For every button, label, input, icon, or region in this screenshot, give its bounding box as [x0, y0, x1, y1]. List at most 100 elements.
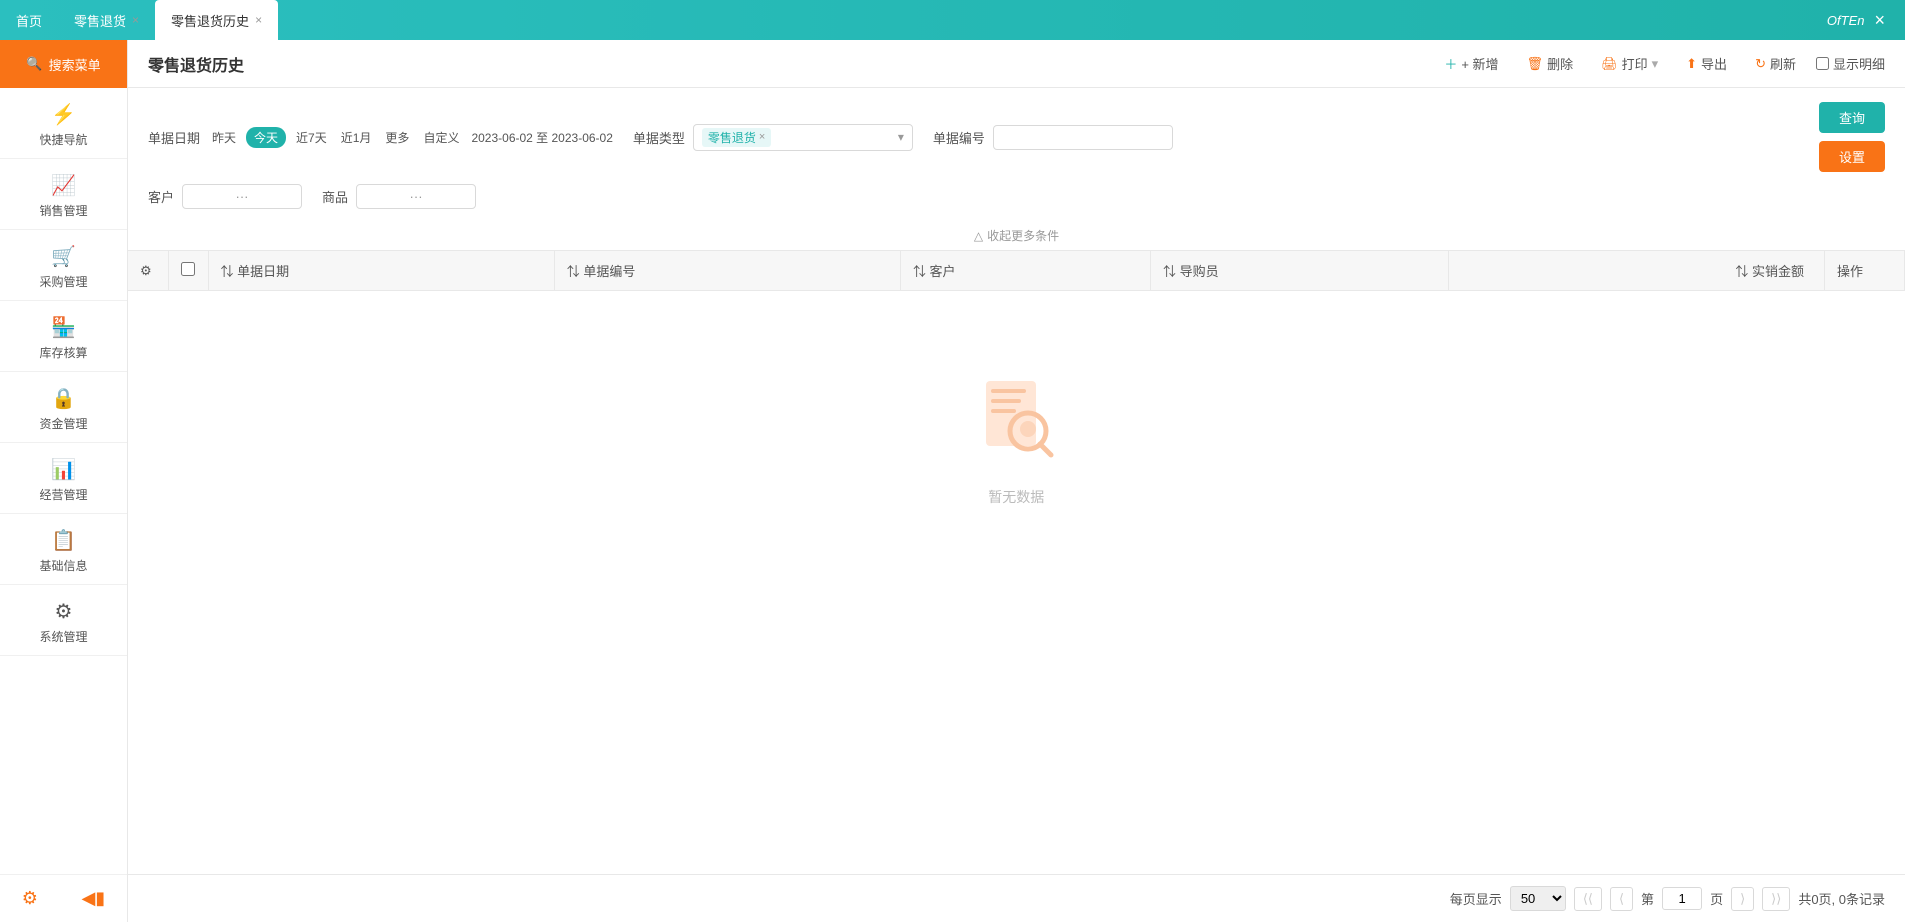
th-customer[interactable]: ⇅ 客户 [900, 251, 1150, 291]
sidebar-item-finance-mgmt[interactable]: 🔒 资金管理 [0, 372, 127, 443]
tab-home[interactable]: 首页 [0, 0, 58, 40]
th-checkbox[interactable] [168, 251, 208, 291]
tab-list: 首页零售退货×零售退货历史× [0, 0, 1827, 40]
th-date[interactable]: ⇅ 单据日期 [208, 251, 554, 291]
goods-label: 商品 [322, 187, 348, 206]
doc-type-chip-close[interactable]: × [759, 131, 765, 143]
settings-icon[interactable]: ⚙ [22, 888, 38, 909]
doc-number-input[interactable] [993, 125, 1173, 150]
sidebar-item-sales-mgmt[interactable]: 📈 销售管理 [0, 159, 127, 230]
tab-retail-return[interactable]: 零售退货 × [58, 0, 155, 40]
empty-text: 暂无数据 [988, 487, 1044, 507]
sidebar-item-quick-nav[interactable]: ⚡ 快捷导航 [0, 88, 127, 159]
empty-state-cell: 暂无数据 [128, 291, 1905, 588]
empty-icon-wrap [966, 371, 1066, 471]
query-button[interactable]: 查询 [1819, 102, 1885, 133]
print-dropdown-icon: ▾ [1652, 56, 1659, 72]
tab-label-retail-return: 零售退货 [74, 11, 126, 30]
date-btn-1month[interactable]: 近1月 [337, 127, 376, 148]
date-filter-label: 单据日期 [148, 128, 200, 147]
delete-button[interactable]: 🗑 删除 [1519, 50, 1582, 77]
goods-input[interactable]: ··· [356, 184, 476, 209]
sidebar-item-basic-info[interactable]: 📋 基础信息 [0, 514, 127, 585]
sidebar: 🔍 搜索菜单 ⚡ 快捷导航 📈 销售管理 🛒 采购管理 🏪 库存核算 🔒 资金管… [0, 40, 128, 922]
display-detail-label: 显示明细 [1833, 54, 1885, 73]
display-detail-checkbox[interactable] [1816, 57, 1829, 70]
date-btn-custom[interactable]: 自定义 [419, 127, 463, 148]
sidebar-label-system-mgmt: 系统管理 [39, 628, 87, 645]
th-guide[interactable]: ⇅ 导购员 [1151, 251, 1449, 291]
select-all-checkbox[interactable] [181, 262, 195, 276]
th-customer-label: ⇅ 客户 [913, 264, 956, 279]
doc-type-chip-text: 零售退货 [708, 129, 756, 146]
table-header-row: ⚙ ⇅ 单据日期 ⇅ 单据编号 ⇅ 客户 [128, 251, 1905, 291]
collapse-bar[interactable]: △ 收起更多条件 [148, 221, 1885, 250]
refresh-button[interactable]: ↻ 刷新 [1747, 50, 1804, 77]
page-header: 零售退货历史 ＋ + 新增 🗑 删除 🖨 打印 ▾ ⬆ 导出 [128, 40, 1905, 88]
doc-number-label: 单据编号 [933, 128, 985, 147]
prev-page-button[interactable]: ⟨ [1610, 887, 1633, 911]
content-area: 零售退货历史 ＋ + 新增 🗑 删除 🖨 打印 ▾ ⬆ 导出 [128, 40, 1905, 922]
page-title: 零售退货历史 [148, 52, 244, 76]
filter-area: 单据日期 昨天 今天 近7天 近1月 更多 自定义 2023-06-02 至 2… [128, 88, 1905, 251]
tab-close-retail-return[interactable]: × [132, 13, 139, 27]
sidebar-item-inventory[interactable]: 🏪 库存核算 [0, 301, 127, 372]
window-close-button[interactable]: × [1874, 10, 1885, 31]
sidebar-icon-finance-mgmt: 🔒 [51, 386, 76, 411]
date-btn-7days[interactable]: 近7天 [292, 127, 331, 148]
collapse-label: 收起更多条件 [987, 227, 1059, 244]
th-settings[interactable]: ⚙ [128, 251, 168, 291]
sidebar-label-basic-info: 基础信息 [39, 557, 87, 574]
date-shortcuts: 昨天 今天 近7天 近1月 更多 自定义 [208, 127, 463, 148]
customer-input[interactable]: ··· [182, 184, 302, 209]
next-page-button[interactable]: ⟩ [1731, 887, 1754, 911]
top-bar-right: OfTEn × [1827, 10, 1905, 31]
th-guide-label: ⇅ 导购员 [1163, 264, 1219, 279]
speaker-icon[interactable]: ◀▮ [81, 888, 105, 909]
date-btn-today[interactable]: 今天 [246, 127, 286, 148]
sidebar-item-system-mgmt[interactable]: ⚙ 系统管理 [0, 585, 127, 656]
delete-icon: 🗑 [1527, 56, 1544, 72]
sidebar-label-sales-mgmt: 销售管理 [39, 202, 87, 219]
per-page-select[interactable]: 50 100 200 [1510, 886, 1566, 911]
page-number-input[interactable] [1662, 887, 1702, 910]
doc-type-dropdown-icon: ▾ [898, 130, 904, 144]
tab-close-retail-return-history[interactable]: × [255, 13, 262, 27]
th-actions-label: 操作 [1837, 264, 1863, 279]
sidebar-search-button[interactable]: 🔍 搜索菜单 [0, 40, 127, 88]
sidebar-item-purchase-mgmt[interactable]: 🛒 采购管理 [0, 230, 127, 301]
sidebar-item-operation-mgmt[interactable]: 📊 经营管理 [0, 443, 127, 514]
date-btn-yesterday[interactable]: 昨天 [208, 127, 240, 148]
date-btn-more[interactable]: 更多 [381, 127, 413, 148]
th-number[interactable]: ⇅ 单据编号 [554, 251, 900, 291]
export-button[interactable]: ⬆ 导出 [1678, 50, 1735, 77]
print-icon: 🖨 [1601, 56, 1618, 72]
print-button[interactable]: 🖨 打印 ▾ [1593, 50, 1666, 77]
tab-retail-return-history[interactable]: 零售退货历史× [155, 0, 278, 40]
header-actions: ＋ + 新增 🗑 删除 🖨 打印 ▾ ⬆ 导出 ↻ [1436, 50, 1885, 77]
doc-type-label: 单据类型 [633, 128, 685, 147]
doc-type-chip: 零售退货 × [702, 128, 771, 147]
query-set-wrap: 查询 设置 [1819, 102, 1885, 172]
table-body: 暂无数据 [128, 291, 1905, 588]
customer-label: 客户 [148, 187, 174, 206]
date-range-value: 2023-06-02 至 2023-06-02 [471, 129, 612, 146]
date-filter: 单据日期 昨天 今天 近7天 近1月 更多 自定义 2023-06-02 至 2… [148, 127, 613, 148]
th-amount[interactable]: ⇅ 实销金额 [1449, 251, 1825, 291]
first-page-button[interactable]: ⟨⟨ [1574, 887, 1602, 911]
per-page-label: 每页显示 [1450, 889, 1502, 908]
doc-type-input[interactable]: 零售退货 × ▾ [693, 124, 913, 151]
export-icon: ⬆ [1686, 56, 1697, 72]
sidebar-icon-inventory: 🏪 [51, 315, 76, 340]
last-page-button[interactable]: ⟩⟩ [1762, 887, 1790, 911]
collapse-button[interactable]: △ 收起更多条件 [974, 227, 1059, 244]
sidebar-icon-quick-nav: ⚡ [51, 102, 76, 127]
pagination-bar: 每页显示 50 100 200 ⟨⟨ ⟨ 第 页 ⟩ ⟩⟩ 共0页, 0条记录 [128, 874, 1905, 922]
display-detail-checkbox-wrap[interactable]: 显示明细 [1816, 54, 1885, 73]
sidebar-label-operation-mgmt: 经营管理 [39, 486, 87, 503]
new-button[interactable]: ＋ + 新增 [1436, 50, 1506, 77]
print-label: 打印 [1622, 54, 1648, 73]
settings-icon[interactable]: ⚙ [140, 263, 152, 278]
set-button[interactable]: 设置 [1819, 141, 1885, 172]
tab-label-home: 首页 [16, 11, 42, 30]
